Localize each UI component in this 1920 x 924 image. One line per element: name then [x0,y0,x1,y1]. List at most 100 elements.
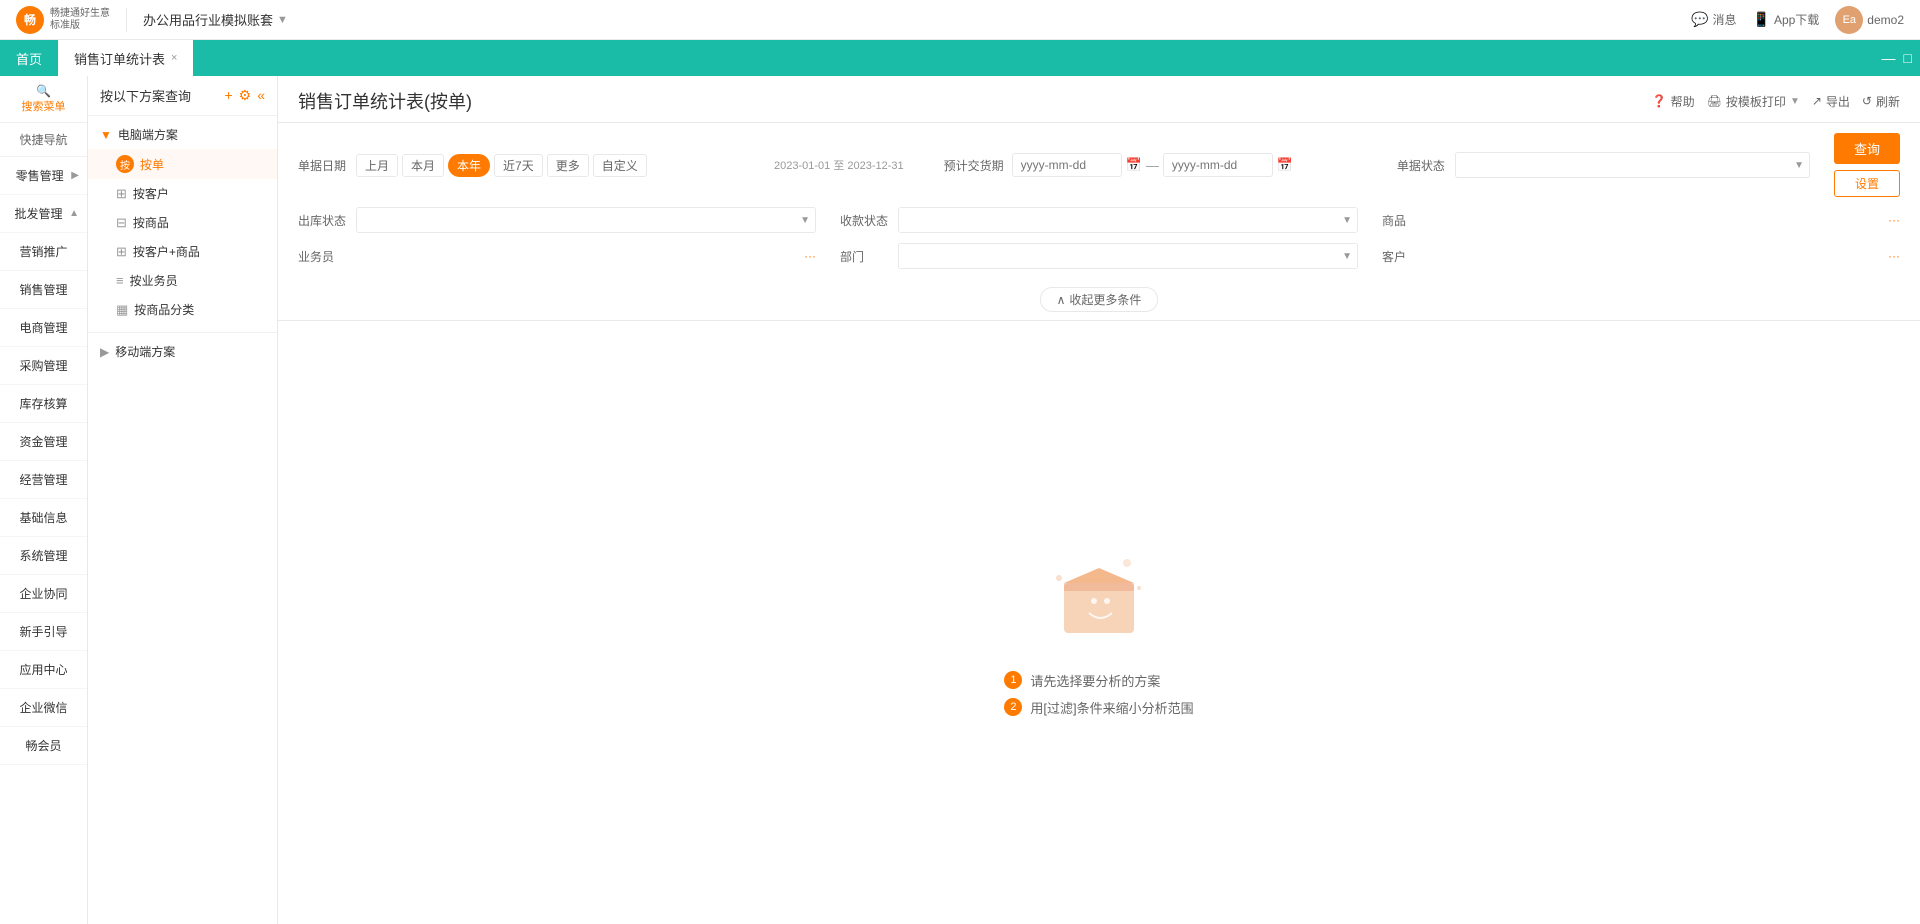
settings-scheme-icon[interactable]: ⚙ [239,87,252,104]
panel-item-by-salesperson[interactable]: ≡ 按业务员 [88,266,277,295]
department-select[interactable] [898,243,1358,269]
panel-item-by-category[interactable]: ▦ 按商品分类 [88,295,277,324]
date-options: 上月 本月 本年 近7天 更多 自定义 [356,154,758,177]
by-customer-label: 按客户 [133,185,169,202]
date-btn-this-year[interactable]: 本年 [448,154,490,177]
collapse-panel-icon[interactable]: « [257,87,265,104]
section-label: 电脑端方案 [118,126,178,143]
print-button[interactable]: 🖨 按模板打印 ▼ [1707,93,1800,110]
tab-maximize-icon[interactable]: □ [1904,50,1912,66]
settings-button[interactable]: 设置 [1834,170,1900,197]
search-icon: 🔍 [36,84,51,98]
product-filter-cell: 商品 ··· [1382,212,1900,229]
customer-ellipsis-btn[interactable]: ··· [1888,249,1900,263]
sidebar-item-members[interactable]: 畅会员 [0,727,87,765]
product-ellipsis-btn[interactable]: ··· [1888,213,1900,227]
sidebar-item-ecommerce[interactable]: 电商管理 [0,309,87,347]
payment-status-wrapper: ▼ [898,207,1358,233]
user-menu[interactable]: Ea demo2 [1835,6,1904,34]
sidebar-search[interactable]: 🔍 搜索菜单 [0,76,87,123]
by-product-icon: ⊟ [116,215,127,231]
print-arrow-icon: ▼ [1790,96,1800,107]
panel-item-by-order[interactable]: 按 按单 [88,149,277,179]
add-scheme-icon[interactable]: + [224,87,232,104]
outbound-status-select[interactable] [356,207,816,233]
tab-active[interactable]: 销售订单统计表 × [58,40,193,76]
page-actions: ❓ 帮助 🖨 按模板打印 ▼ ↗ 导出 ↺ 刷新 [1652,93,1900,110]
collapse-bar[interactable]: ∧ 收起更多条件 [278,279,1920,321]
sidebar-item-marketing[interactable]: 营销推广 [0,233,87,271]
salesperson-cell: 业务员 ··· [298,248,816,265]
calendar-end-icon[interactable]: 📅 [1277,157,1293,173]
sidebar-shortcut[interactable]: 快捷导航 [0,123,87,157]
sidebar-item-retail[interactable]: 零售管理 ▶ [0,157,87,195]
calendar-start-icon[interactable]: 📅 [1126,157,1142,173]
logo-icon: 畅 [16,6,44,34]
date-btn-7days[interactable]: 近7天 [494,154,543,177]
sidebar-item-sales[interactable]: 销售管理 [0,271,87,309]
date-label: 单据日期 [298,157,348,174]
app-download-label: App下载 [1774,11,1819,28]
sidebar-item-enterprise[interactable]: 企业协同 [0,575,87,613]
outbound-status-cell: 出库状态 ▼ [298,207,816,233]
export-label: 导出 [1826,93,1850,110]
refresh-icon: ↺ [1862,94,1872,108]
product-filter-label: 商品 [1382,212,1432,229]
payment-status-select[interactable] [898,207,1358,233]
tab-close-icon[interactable]: × [171,52,177,64]
sidebar-item-basic[interactable]: 基础信息 [0,499,87,537]
date-btn-more[interactable]: 更多 [547,154,589,177]
sidebar-item-system[interactable]: 系统管理 [0,537,87,575]
status-select[interactable] [1455,152,1810,178]
panel-section-desktop: ▼ 电脑端方案 按 按单 ⊞ 按客户 ⊟ 按商品 ⊞ 按客户+商品 [88,116,277,328]
app-download-button[interactable]: 📱 App下载 [1753,11,1820,28]
help-label: 帮助 [1671,93,1695,110]
tip-1-num: 1 [1004,671,1022,689]
tab-minimize-icon[interactable]: — [1882,50,1896,66]
department-label: 部门 [840,248,890,265]
payment-status-label: 收款状态 [840,212,890,229]
tab-bar-actions: — □ [1882,50,1920,66]
sidebar-item-guide[interactable]: 新手引导 [0,613,87,651]
panel-item-by-product[interactable]: ⊟ 按商品 [88,208,277,237]
expected-date-end-input[interactable] [1163,153,1273,177]
date-btn-custom[interactable]: 自定义 [593,154,647,177]
top-bar-title[interactable]: 办公用品行业模拟账套 ▼ [143,10,288,29]
query-button[interactable]: 查询 [1834,133,1900,164]
department-wrapper: ▼ [898,243,1358,269]
empty-state: 1 请先选择要分析的方案 2 用[过滤]条件来缩小分析范围 [278,321,1920,924]
message-button[interactable]: 💬 消息 [1691,11,1736,28]
salesperson-label: 业务员 [298,248,348,265]
export-icon: ↗ [1812,94,1822,108]
help-button[interactable]: ❓ 帮助 [1652,93,1695,110]
tip-2-text: 用[过滤]条件来缩小分析范围 [1030,698,1193,717]
panel-section-desktop-header[interactable]: ▼ 电脑端方案 [88,120,277,149]
status-select-wrapper: ▼ [1455,152,1810,178]
export-button[interactable]: ↗ 导出 [1812,93,1850,110]
empty-tips: 1 请先选择要分析的方案 2 用[过滤]条件来缩小分析范围 [1004,671,1193,717]
sidebar-item-inventory[interactable]: 库存核算 [0,385,87,423]
sidebar-item-finance[interactable]: 资金管理 [0,423,87,461]
sidebar-item-apps[interactable]: 应用中心 [0,651,87,689]
by-sales-icon: ≡ [116,273,124,288]
date-btn-this-month[interactable]: 本月 [402,154,444,177]
sidebar-item-wholesale[interactable]: 批发管理 ▲ [0,195,87,233]
tab-home[interactable]: 首页 [0,40,58,76]
expected-date-start-input[interactable] [1012,153,1122,177]
salesperson-ellipsis-btn[interactable]: ··· [804,249,816,263]
sidebar: 🔍 搜索菜单 快捷导航 零售管理 ▶ 批发管理 ▲ 营销推广 销售管理 电商管理… [0,76,88,924]
panel-section-mobile-header[interactable]: ▶ 移动端方案 [88,337,277,366]
sidebar-item-purchase[interactable]: 采购管理 [0,347,87,385]
refresh-button[interactable]: ↺ 刷新 [1862,93,1900,110]
date-btn-last-month[interactable]: 上月 [356,154,398,177]
filter-row-2: 出库状态 ▼ 收款状态 ▼ 商品 [298,207,1900,233]
by-category-icon: ▦ [116,302,128,318]
collapse-button[interactable]: ∧ 收起更多条件 [1040,287,1159,312]
sidebar-item-operations[interactable]: 经营管理 [0,461,87,499]
panel-item-by-customer[interactable]: ⊞ 按客户 [88,179,277,208]
phone-icon: 📱 [1753,11,1770,28]
by-order-label: 按单 [140,156,164,173]
sidebar-item-wechat[interactable]: 企业微信 [0,689,87,727]
panel-item-by-customer-product[interactable]: ⊞ 按客户+商品 [88,237,277,266]
mobile-expand-icon: ▶ [100,345,109,359]
